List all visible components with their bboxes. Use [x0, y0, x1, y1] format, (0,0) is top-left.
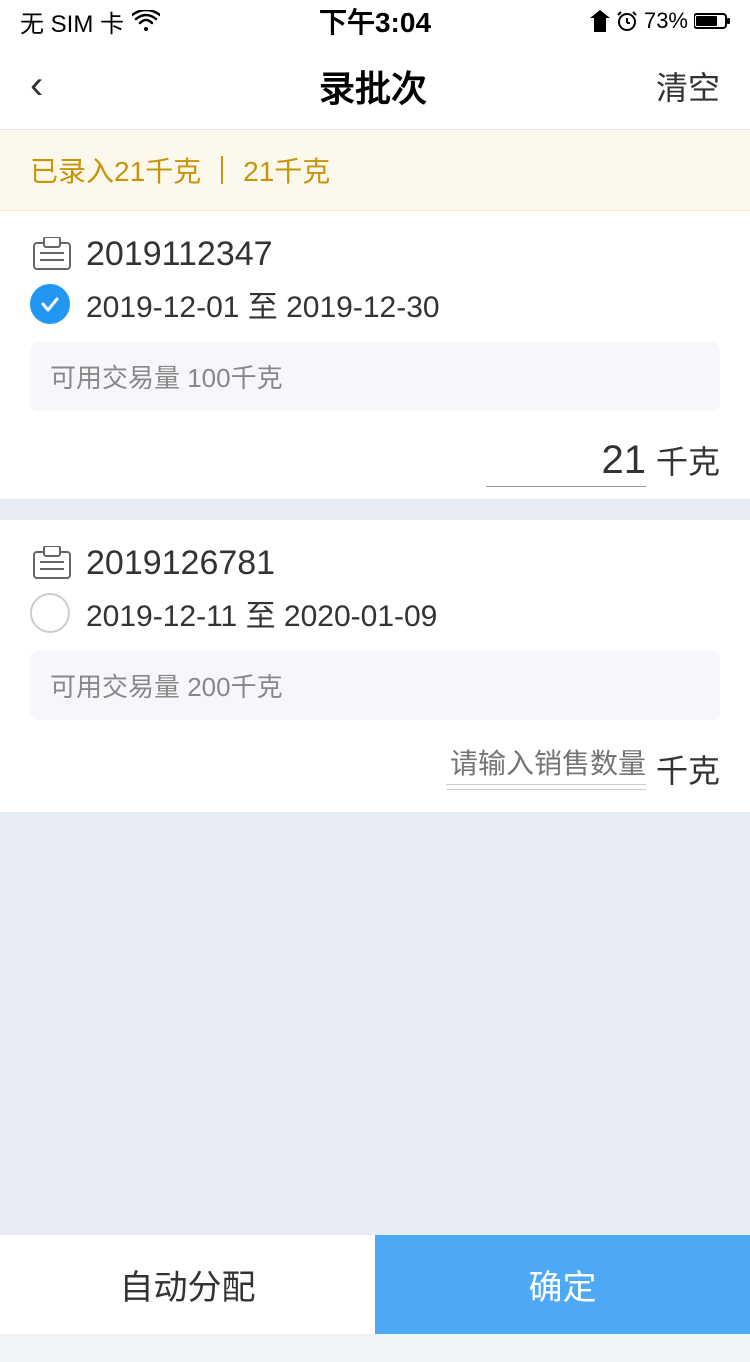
- auto-assign-button[interactable]: 自动分配: [0, 1235, 375, 1334]
- batch-2-header: 2019126781: [0, 520, 750, 591]
- batch-2-availability: 可用交易量 200千克: [50, 672, 283, 702]
- batch-item-1: 2019112347 2019-12-01 至 2019-12-30 可用交易量…: [0, 211, 750, 500]
- batch-1-date-row[interactable]: 2019-12-01 至 2019-12-30: [0, 282, 750, 342]
- batch-2-date: 2019-12-11 至 2020-01-09: [86, 591, 437, 635]
- battery-text: 73%: [644, 8, 688, 34]
- alarm-icon: [616, 10, 638, 32]
- batch-2-availability-box: 可用交易量 200千克: [30, 651, 720, 720]
- page-title: 录批次: [319, 60, 427, 112]
- status-bar: 无 SIM 卡 下午3:04 73%: [0, 0, 750, 42]
- summary-label: 已录入21千克: [30, 150, 201, 190]
- batch-2-amount-row: 千克: [0, 736, 750, 812]
- batch-item-2: 2019126781 2019-12-11 至 2020-01-09 可用交易量…: [0, 520, 750, 812]
- empty-area: [0, 812, 750, 1262]
- batch-2-radio[interactable]: [30, 593, 70, 633]
- batch-2-amount-input[interactable]: [446, 748, 646, 785]
- battery-icon: [694, 12, 730, 30]
- batch-2-icon: [30, 546, 74, 582]
- bottom-bar: 自动分配 确定: [0, 1234, 750, 1334]
- batch-1-amount-underline-wrap: [486, 438, 646, 483]
- batch-1-date: 2019-12-01 至 2019-12-30: [86, 282, 440, 326]
- batch-1-radio[interactable]: [30, 284, 70, 324]
- wifi-icon: [132, 10, 160, 32]
- back-button[interactable]: ‹: [30, 63, 90, 108]
- location-icon: [590, 10, 610, 32]
- no-sim-text: 无 SIM 卡: [20, 4, 124, 39]
- section-separator-1: [0, 500, 750, 520]
- nav-bar: ‹ 录批次 清空: [0, 42, 750, 130]
- batch-1-unit: 千克: [656, 437, 720, 483]
- batch-1-amount-input[interactable]: [486, 438, 646, 483]
- batch-1-amount-row: 千克: [0, 427, 750, 500]
- batch-2-id: 2019126781: [86, 544, 275, 583]
- batch-1-icon: [30, 237, 74, 273]
- batch-2-date-row[interactable]: 2019-12-11 至 2020-01-09: [0, 591, 750, 651]
- clear-button[interactable]: 清空: [656, 63, 720, 109]
- batch-1-availability-box: 可用交易量 100千克: [30, 342, 720, 411]
- summary-divider: [221, 156, 223, 184]
- status-right: 73%: [590, 8, 730, 34]
- batch-1-id: 2019112347: [86, 235, 273, 274]
- summary-value: 21千克: [243, 150, 330, 190]
- status-time: 下午3:04: [319, 1, 431, 41]
- batch-2-unit: 千克: [656, 746, 720, 792]
- confirm-button[interactable]: 确定: [375, 1235, 750, 1334]
- batch-1-availability: 可用交易量 100千克: [50, 363, 283, 393]
- summary-banner: 已录入21千克 21千克: [0, 130, 750, 211]
- status-left: 无 SIM 卡: [20, 4, 160, 39]
- batch-1-header: 2019112347: [0, 211, 750, 282]
